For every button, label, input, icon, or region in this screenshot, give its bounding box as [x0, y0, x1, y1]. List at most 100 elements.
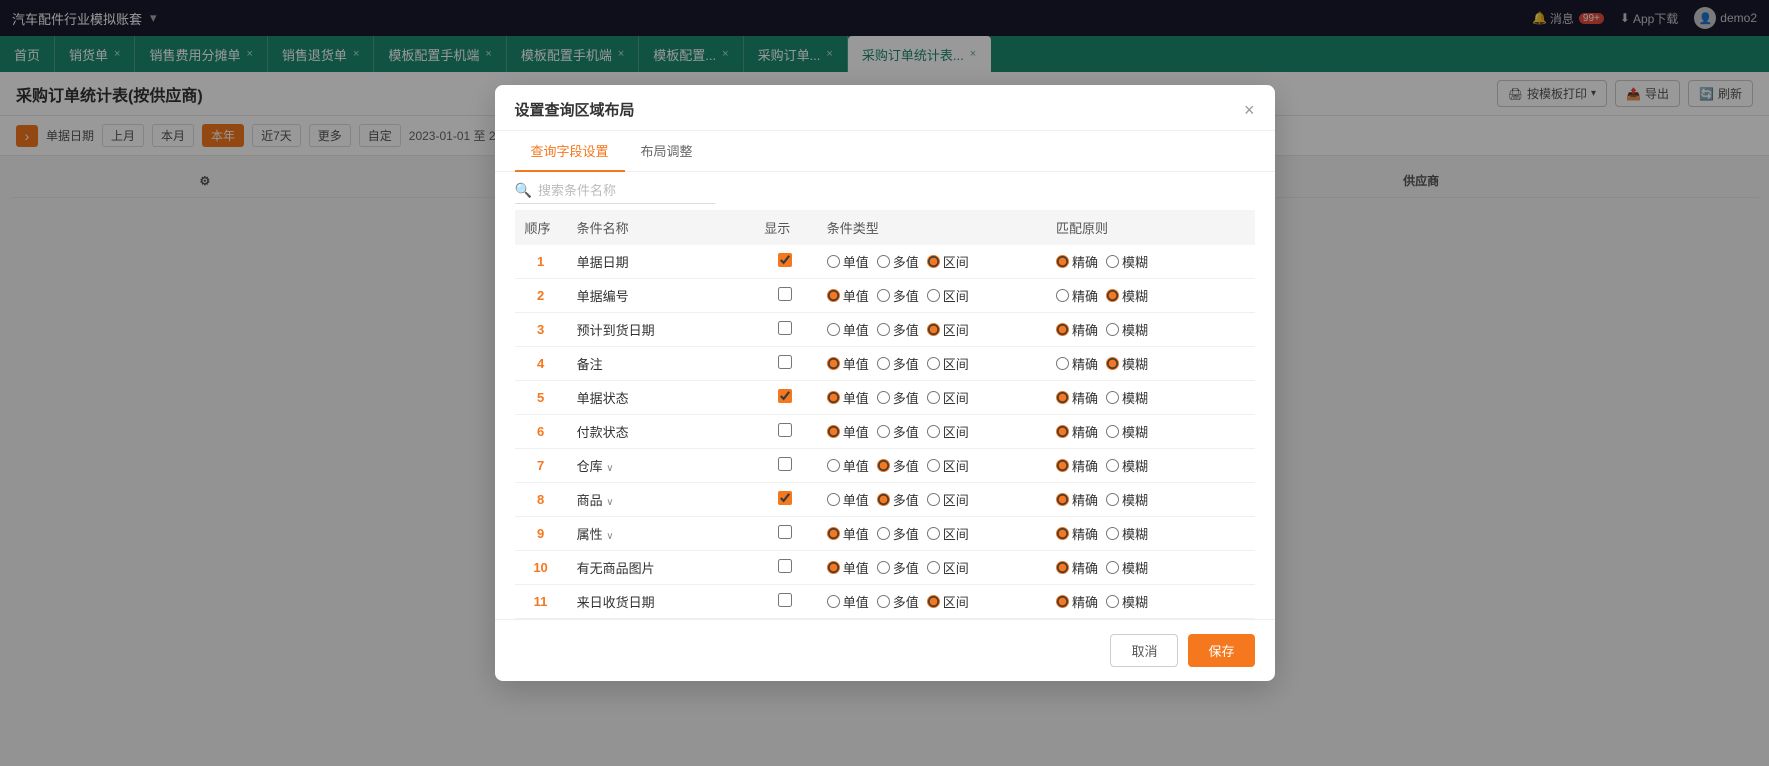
show-checkbox[interactable] — [778, 253, 792, 267]
type-radio-label[interactable]: 区间 — [927, 388, 969, 407]
match-radio-label[interactable]: 精确 — [1056, 456, 1098, 475]
type-radio[interactable] — [927, 527, 940, 540]
type-radio[interactable] — [927, 561, 940, 574]
type-radio-label[interactable]: 单值 — [827, 354, 869, 373]
type-radio-label[interactable]: 单值 — [827, 490, 869, 509]
type-radio-label[interactable]: 多值 — [877, 388, 919, 407]
type-radio-label[interactable]: 区间 — [927, 354, 969, 373]
type-radio[interactable] — [877, 459, 890, 472]
show-checkbox[interactable] — [778, 593, 792, 607]
match-radio-label[interactable]: 模糊 — [1106, 524, 1148, 543]
type-radio[interactable] — [827, 323, 840, 336]
match-radio[interactable] — [1056, 595, 1069, 608]
type-radio-label[interactable]: 多值 — [877, 286, 919, 305]
type-radio[interactable] — [827, 289, 840, 302]
type-radio[interactable] — [927, 289, 940, 302]
type-radio[interactable] — [927, 391, 940, 404]
match-radio-label[interactable]: 模糊 — [1106, 592, 1148, 611]
match-radio-label[interactable]: 精确 — [1056, 286, 1098, 305]
match-radio-label[interactable]: 模糊 — [1106, 252, 1148, 271]
type-radio[interactable] — [827, 527, 840, 540]
match-radio-label[interactable]: 精确 — [1056, 592, 1098, 611]
match-radio[interactable] — [1106, 357, 1119, 370]
match-radio[interactable] — [1106, 391, 1119, 404]
type-radio[interactable] — [927, 323, 940, 336]
type-radio[interactable] — [877, 493, 890, 506]
match-radio-label[interactable]: 模糊 — [1106, 286, 1148, 305]
type-radio-label[interactable]: 多值 — [877, 320, 919, 339]
match-radio-label[interactable]: 模糊 — [1106, 422, 1148, 441]
match-radio-label[interactable]: 模糊 — [1106, 456, 1148, 475]
type-radio[interactable] — [877, 289, 890, 302]
match-radio[interactable] — [1056, 391, 1069, 404]
type-radio-label[interactable]: 多值 — [877, 490, 919, 509]
type-radio-label[interactable]: 多值 — [877, 354, 919, 373]
type-radio[interactable] — [877, 391, 890, 404]
dialog-close-button[interactable]: × — [1244, 101, 1255, 119]
show-checkbox[interactable] — [778, 559, 792, 573]
type-radio[interactable] — [877, 595, 890, 608]
match-radio[interactable] — [1056, 561, 1069, 574]
type-radio-label[interactable]: 单值 — [827, 456, 869, 475]
match-radio[interactable] — [1056, 255, 1069, 268]
type-radio[interactable] — [827, 493, 840, 506]
type-radio-label[interactable]: 区间 — [927, 422, 969, 441]
match-radio[interactable] — [1056, 289, 1069, 302]
type-radio-label[interactable]: 区间 — [927, 592, 969, 611]
match-radio[interactable] — [1056, 425, 1069, 438]
type-radio-label[interactable]: 多值 — [877, 456, 919, 475]
show-checkbox[interactable] — [778, 525, 792, 539]
type-radio[interactable] — [877, 255, 890, 268]
match-radio-label[interactable]: 精确 — [1056, 252, 1098, 271]
tab-query-fields[interactable]: 查询字段设置 — [515, 131, 625, 172]
match-radio-label[interactable]: 精确 — [1056, 490, 1098, 509]
dropdown-icon[interactable]: ∨ — [606, 531, 613, 542]
show-checkbox[interactable] — [778, 457, 792, 471]
match-radio[interactable] — [1106, 323, 1119, 336]
type-radio-label[interactable]: 区间 — [927, 490, 969, 509]
type-radio-label[interactable]: 单值 — [827, 388, 869, 407]
type-radio[interactable] — [827, 357, 840, 370]
match-radio[interactable] — [1106, 459, 1119, 472]
type-radio-label[interactable]: 多值 — [877, 422, 919, 441]
type-radio-label[interactable]: 单值 — [827, 320, 869, 339]
match-radio-label[interactable]: 模糊 — [1106, 490, 1148, 509]
type-radio[interactable] — [927, 255, 940, 268]
match-radio-label[interactable]: 模糊 — [1106, 320, 1148, 339]
dropdown-icon[interactable]: ∨ — [606, 463, 613, 474]
type-radio[interactable] — [927, 357, 940, 370]
type-radio-label[interactable]: 单值 — [827, 592, 869, 611]
type-radio-label[interactable]: 多值 — [877, 524, 919, 543]
match-radio[interactable] — [1106, 425, 1119, 438]
type-radio[interactable] — [927, 493, 940, 506]
show-checkbox[interactable] — [778, 389, 792, 403]
show-checkbox[interactable] — [778, 321, 792, 335]
match-radio-label[interactable]: 模糊 — [1106, 388, 1148, 407]
match-radio[interactable] — [1106, 561, 1119, 574]
cancel-button[interactable]: 取消 — [1110, 634, 1178, 667]
match-radio[interactable] — [1106, 289, 1119, 302]
type-radio[interactable] — [927, 595, 940, 608]
show-checkbox[interactable] — [778, 423, 792, 437]
type-radio[interactable] — [827, 561, 840, 574]
match-radio-label[interactable]: 精确 — [1056, 388, 1098, 407]
type-radio[interactable] — [827, 595, 840, 608]
match-radio[interactable] — [1106, 527, 1119, 540]
type-radio[interactable] — [827, 425, 840, 438]
match-radio-label[interactable]: 精确 — [1056, 354, 1098, 373]
tab-layout-adjust[interactable]: 布局调整 — [625, 131, 709, 172]
type-radio-label[interactable]: 区间 — [927, 558, 969, 577]
type-radio-label[interactable]: 单值 — [827, 252, 869, 271]
match-radio[interactable] — [1056, 493, 1069, 506]
type-radio-label[interactable]: 单值 — [827, 286, 869, 305]
match-radio[interactable] — [1056, 527, 1069, 540]
type-radio[interactable] — [877, 425, 890, 438]
type-radio[interactable] — [877, 357, 890, 370]
type-radio[interactable] — [827, 459, 840, 472]
match-radio-label[interactable]: 模糊 — [1106, 558, 1148, 577]
type-radio[interactable] — [827, 391, 840, 404]
type-radio[interactable] — [877, 323, 890, 336]
type-radio-label[interactable]: 区间 — [927, 456, 969, 475]
show-checkbox[interactable] — [778, 355, 792, 369]
match-radio-label[interactable]: 精确 — [1056, 558, 1098, 577]
